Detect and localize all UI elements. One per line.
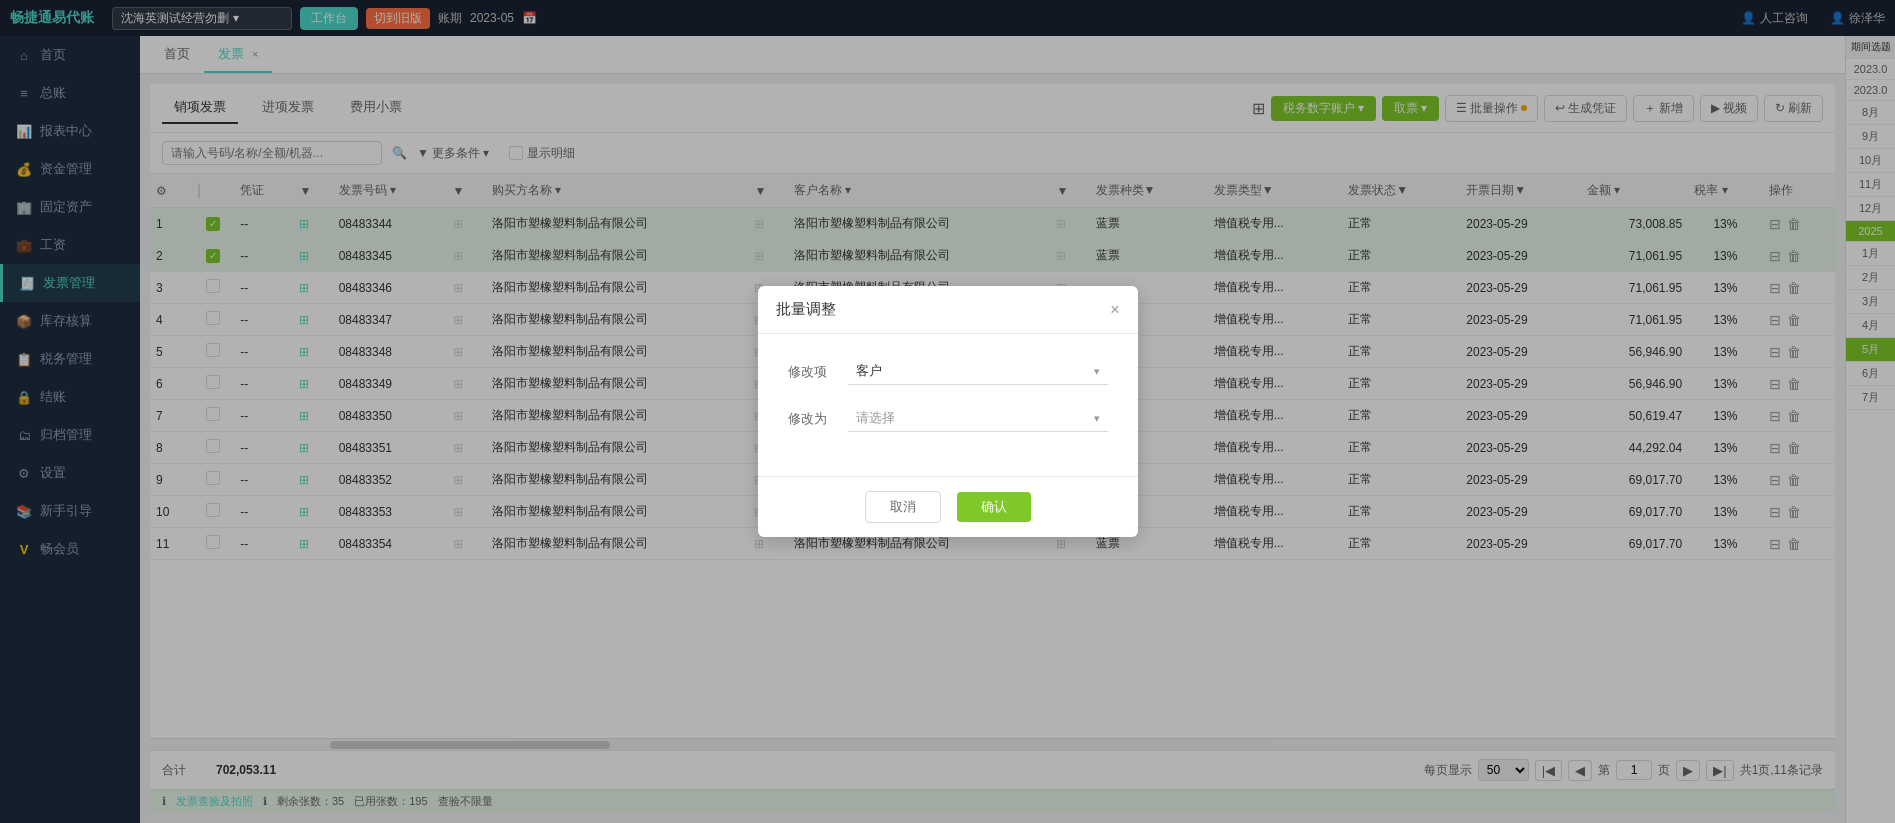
modify-field-select[interactable]: 客户 ▾ bbox=[848, 358, 1108, 385]
modify-to-label: 修改为 bbox=[788, 410, 848, 428]
modal-overlay: 批量调整 × 修改项 客户 ▾ 修改为 请选择 ▾ 取消 确认 bbox=[0, 0, 1895, 823]
modal-close-icon[interactable]: × bbox=[1110, 301, 1119, 319]
to-chevron-icon: ▾ bbox=[1094, 412, 1100, 425]
modify-field-label: 修改项 bbox=[788, 363, 848, 381]
modify-to-select[interactable]: 请选择 ▾ bbox=[848, 405, 1108, 432]
modal-title: 批量调整 bbox=[776, 300, 836, 319]
cancel-button[interactable]: 取消 bbox=[865, 491, 941, 523]
batch-adjust-modal: 批量调整 × 修改项 客户 ▾ 修改为 请选择 ▾ 取消 确认 bbox=[758, 286, 1138, 537]
field-chevron-icon: ▾ bbox=[1094, 365, 1100, 378]
confirm-button[interactable]: 确认 bbox=[957, 492, 1031, 522]
